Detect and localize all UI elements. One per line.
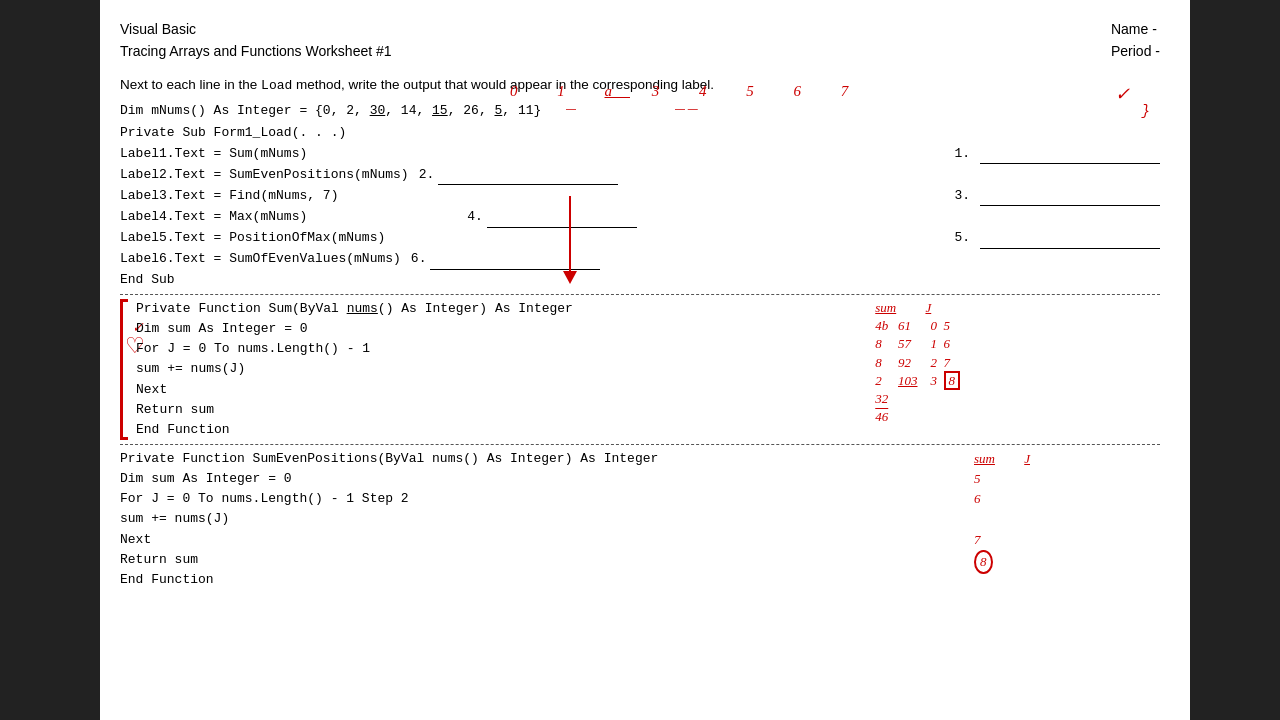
label4-blank	[487, 206, 637, 227]
label2-blank	[438, 164, 618, 185]
end-sub-line: End Sub	[120, 270, 1160, 290]
label3-code: Label3.Text = Find(mNums, 7)	[120, 186, 338, 206]
form-load-line: Private Sub Form1_Load(. . .)	[120, 123, 1160, 143]
name-label: Name -	[1111, 18, 1160, 40]
sum-end: End Function	[136, 420, 1160, 440]
dark-bar-right	[1190, 0, 1280, 720]
divider-2	[120, 444, 1160, 445]
label2-num: 2.	[419, 165, 435, 185]
title-line1: Visual Basic	[120, 18, 392, 40]
dark-bar-left	[0, 0, 100, 720]
sum-next: Next	[136, 380, 1160, 400]
content-area: Visual Basic Tracing Arrays and Function…	[100, 0, 1190, 720]
label3-line: Label3.Text = Find(mNums, 7) 3.	[120, 185, 1160, 206]
sum-even-function-section: Private Function SumEvenPositions(ByVal …	[120, 449, 1160, 590]
label5-num: 5.	[954, 228, 970, 248]
divider-1	[120, 294, 1160, 295]
header-left: Visual Basic Tracing Arrays and Function…	[120, 18, 392, 63]
sum-function-code: Private Function Sum(ByVal nums() As Int…	[120, 299, 1160, 440]
label4-num: 4.	[467, 207, 483, 227]
sum-function-section: ✓ ♡ Private Function Sum(ByVal nums() As…	[120, 299, 1160, 440]
header: Visual Basic Tracing Arrays and Function…	[120, 18, 1160, 63]
label1-num: 1.	[954, 144, 970, 164]
array-section: 0 1 a 3 4 5 6 7 ✓ Dim mNums() As Integer…	[120, 101, 1160, 121]
title-line2: Tracing Arrays and Functions Worksheet #…	[120, 40, 392, 62]
label5-blank	[980, 228, 1160, 249]
label1-code: Label1.Text = Sum(mNums)	[120, 144, 307, 164]
label3-blank	[980, 185, 1160, 206]
underline-15: — —	[675, 103, 698, 114]
array-decl-line: Dim mNums() As Integer = {0, 2, 30, 14, …	[120, 101, 1160, 121]
label6-code: Label6.Text = SumOfEvenValues(mNums)	[120, 249, 401, 269]
sum-even-annotations: sum J 5 6 7 8	[974, 449, 1030, 574]
sum-body: sum += nums(J)	[136, 359, 1160, 379]
label2-line: Label2.Text = SumEvenPositions(mNums) 2.	[120, 164, 1160, 185]
array-end-annotation: }	[1142, 101, 1150, 123]
label4-code: Label4.Text = Max(mNums)	[120, 207, 307, 227]
period-label: Period -	[1111, 40, 1160, 62]
header-right: Name - Period -	[1111, 18, 1160, 63]
sum-fn-sig: Private Function Sum(ByVal nums() As Int…	[136, 299, 1160, 319]
label5-line: Label5.Text = PositionOfMax(mNums) 5.	[120, 228, 1160, 249]
label4-line: Label4.Text = Max(mNums) 4.	[120, 206, 1160, 227]
instructions-text1: Next to each line in the	[120, 77, 261, 92]
label6-blank	[430, 249, 600, 270]
label1-blank	[980, 143, 1160, 164]
label1-line: Label1.Text = Sum(mNums) 1.	[120, 143, 1160, 164]
load-keyword: Load	[261, 78, 292, 93]
label6-num: 6.	[411, 249, 427, 269]
form-load-section: Private Sub Form1_Load(. . .) Label1.Tex…	[120, 123, 1160, 290]
page: Visual Basic Tracing Arrays and Function…	[0, 0, 1280, 720]
sum-for: For J = 0 To nums.Length() - 1	[136, 339, 1160, 359]
label5-code: Label5.Text = PositionOfMax(mNums)	[120, 228, 385, 248]
underline-30: —	[566, 103, 576, 114]
sum-dim: Dim sum As Integer = 0	[136, 319, 1160, 339]
label3-num: 3.	[954, 186, 970, 206]
label2-code: Label2.Text = SumEvenPositions(mNums)	[120, 165, 409, 185]
sum-col-annotations: sum J 4b 61 0 5 8 57 1 6 8 92 2 7 2 103 …	[875, 299, 960, 426]
label6-line: Label6.Text = SumOfEvenValues(mNums) 6.	[120, 249, 1160, 270]
sum-return: Return sum	[136, 400, 1160, 420]
array-decl-text: Dim mNums() As Integer = {0, 2, 30, 14, …	[120, 103, 541, 118]
array-indices-annotation: 0 1 a 3 4 5 6 7	[510, 83, 866, 100]
